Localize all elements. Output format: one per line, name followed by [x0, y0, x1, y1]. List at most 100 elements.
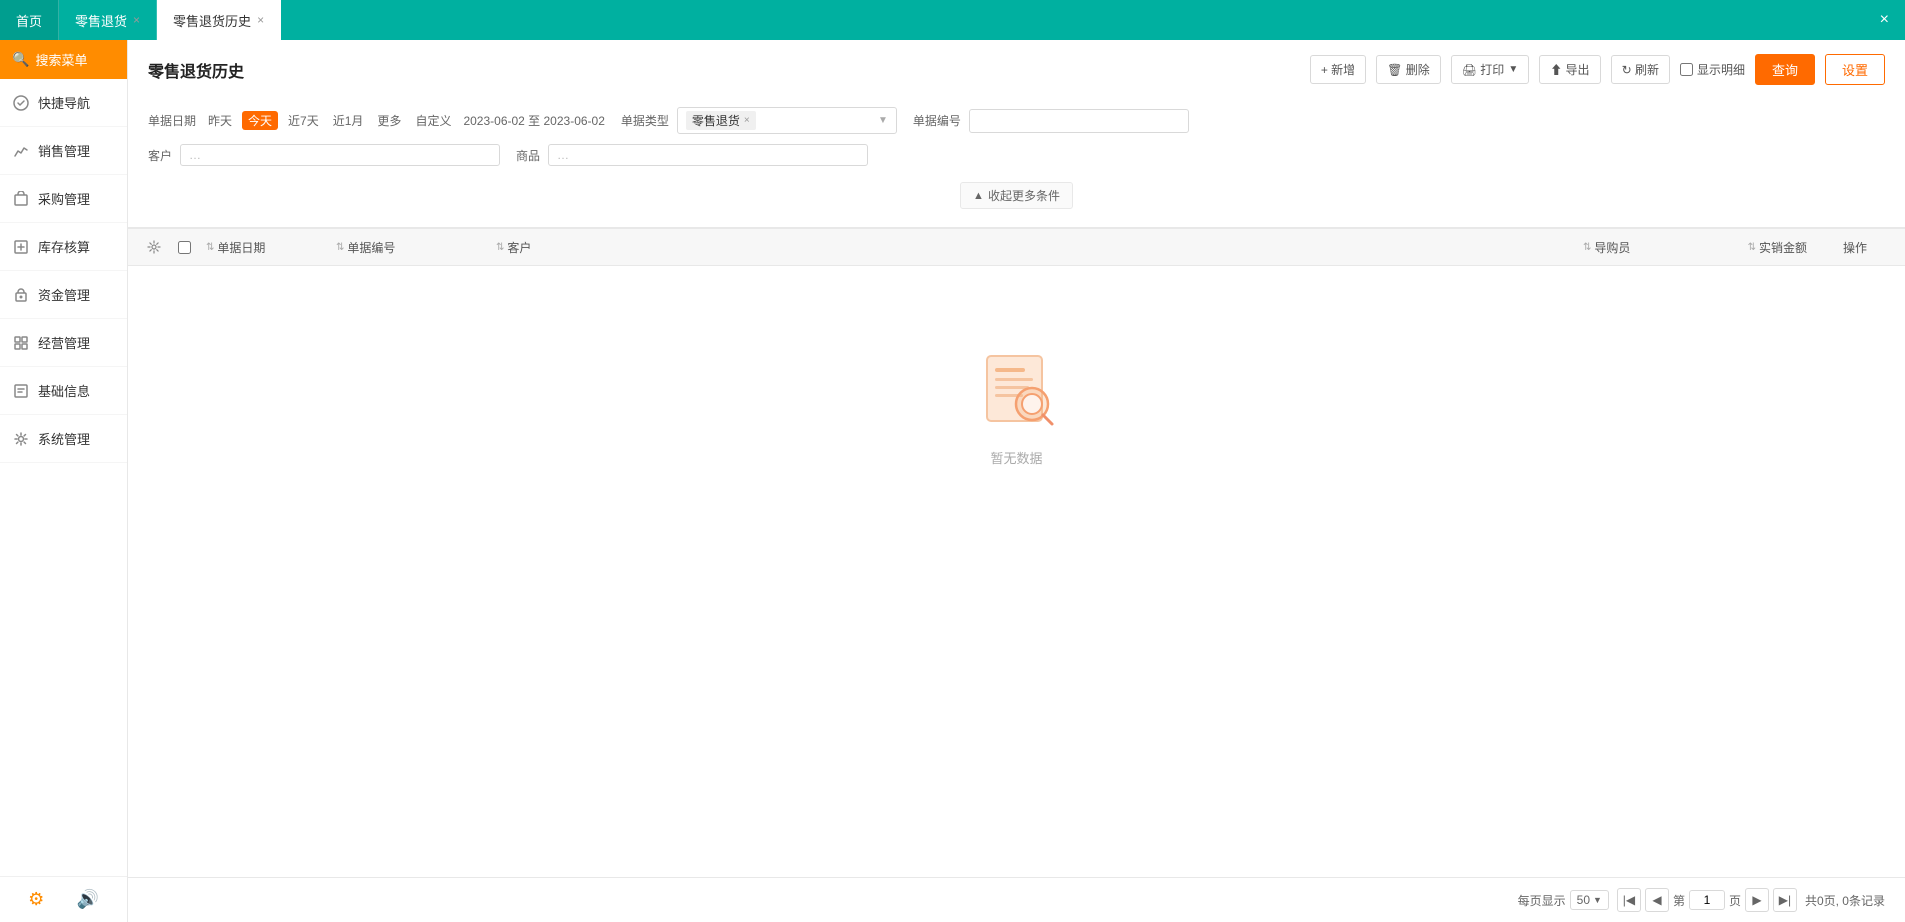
- pagination-bar: 每页显示 50 ▼ |◀ ◀ 第 页 ▶ ▶| 共0页, 0条记录: [128, 877, 1905, 922]
- sidebar-item-inventory-label: 库存核算: [38, 237, 90, 256]
- goods-filter-group: 商品 …: [516, 144, 868, 166]
- doc-type-select[interactable]: 零售退货 × ▼: [677, 107, 897, 134]
- delete-button[interactable]: 🗑 删除: [1376, 55, 1441, 84]
- th-customer-label: 客户: [507, 239, 531, 256]
- date-shortcut-1month[interactable]: 近1月: [329, 111, 368, 130]
- sort-up-icon-3: ⇅: [496, 242, 504, 253]
- sidebar-item-purchase-mgmt[interactable]: 采购管理: [0, 175, 127, 223]
- date-shortcut-today[interactable]: 今天: [242, 111, 278, 130]
- date-shortcuts: 昨天 今天 近7天 近1月 更多 自定义: [204, 111, 455, 130]
- per-page-dropdown-icon: ▼: [1593, 895, 1602, 905]
- page-total: 共0页, 0条记录: [1805, 892, 1885, 909]
- filter-row-1: 单据日期 昨天 今天 近7天 近1月 更多 自定义 2023-06-02 至 2…: [148, 107, 1885, 134]
- filter-area: 单据日期 昨天 今天 近7天 近1月 更多 自定义 2023-06-02 至 2…: [148, 97, 1885, 227]
- tab-retail-return-history[interactable]: 零售退货历史 ×: [157, 0, 281, 40]
- customer-filter-group: 客户 …: [148, 144, 500, 166]
- sidebar-item-system-mgmt[interactable]: 系统管理: [0, 415, 127, 463]
- tab-retail-return[interactable]: 零售退货 ×: [59, 0, 157, 40]
- tab-retail-return-label: 零售退货: [75, 11, 127, 30]
- customer-select[interactable]: …: [180, 144, 500, 166]
- basic-info-icon: [12, 382, 30, 400]
- th-customer[interactable]: ⇅ 客户: [488, 239, 1575, 256]
- finance-mgmt-icon: [12, 286, 30, 304]
- export-button-label: ⬆ 导出: [1550, 61, 1589, 78]
- doc-type-tag-close[interactable]: ×: [744, 115, 750, 126]
- toolbar: + 新增 🗑 删除 🖨 打印 ▼ ⬆ 导出 ↻ 刷新: [1310, 54, 1885, 85]
- sort-up-icon-5: ⇅: [1748, 242, 1756, 253]
- customer-placeholder: …: [189, 148, 201, 162]
- empty-text: 暂无数据: [990, 448, 1042, 467]
- table-select-all[interactable]: [170, 241, 198, 254]
- display-detail-input[interactable]: [1680, 63, 1693, 76]
- sidebar-item-operations-mgmt[interactable]: 经营管理: [0, 319, 127, 367]
- window-close-button[interactable]: ×: [1880, 11, 1905, 29]
- th-amount[interactable]: ⇅ 实销金额: [1715, 239, 1815, 256]
- tab-home[interactable]: 首页: [0, 0, 59, 40]
- next-page-button[interactable]: ▶: [1745, 888, 1769, 912]
- th-date[interactable]: ⇅ 单据日期: [198, 239, 328, 256]
- date-shortcut-7days[interactable]: 近7天: [284, 111, 323, 130]
- sidebar-item-quick-nav-label: 快捷导航: [38, 93, 90, 112]
- date-shortcut-yesterday[interactable]: 昨天: [204, 111, 236, 130]
- date-range-display: 2023-06-02 至 2023-06-02: [463, 112, 604, 129]
- doc-type-label: 单据类型: [621, 112, 669, 129]
- sidebar-item-finance-mgmt[interactable]: 资金管理: [0, 271, 127, 319]
- settings-button[interactable]: 设置: [1825, 54, 1885, 85]
- query-button[interactable]: 查询: [1755, 54, 1815, 85]
- filter-row-2: 客户 … 商品 …: [148, 144, 1885, 166]
- sidebar-item-operations-mgmt-label: 经营管理: [38, 333, 90, 352]
- date-shortcut-more[interactable]: 更多: [373, 111, 405, 130]
- display-detail-label: 显示明细: [1697, 61, 1745, 78]
- refresh-button-label: ↻ 刷新: [1622, 61, 1659, 78]
- tab-retail-return-history-close[interactable]: ×: [257, 13, 264, 27]
- delete-button-label: 🗑 删除: [1387, 61, 1430, 78]
- th-action-label: 操作: [1843, 239, 1867, 256]
- settings-bottom-icon[interactable]: ⚙: [28, 889, 44, 910]
- refresh-button[interactable]: ↻ 刷新: [1611, 55, 1670, 84]
- th-amount-label: 实销金额: [1759, 239, 1807, 256]
- doc-type-tag-label: 零售退货: [692, 112, 740, 129]
- collapse-button-label: 收起更多条件: [988, 187, 1060, 204]
- new-button[interactable]: + 新增: [1310, 55, 1366, 84]
- sidebar-item-sales-mgmt[interactable]: 销售管理: [0, 127, 127, 175]
- volume-icon[interactable]: 🔊: [76, 889, 98, 910]
- settings-button-label: 设置: [1842, 60, 1868, 79]
- empty-state: 暂无数据: [128, 266, 1905, 547]
- collapse-button[interactable]: ▲ 收起更多条件: [960, 182, 1073, 209]
- table-header: ⇅ 单据日期 ⇅ 单据编号 ⇅ 客户 ⇅ 导购员 ⇅ 实销金额: [128, 228, 1905, 266]
- doc-number-input[interactable]: [969, 109, 1189, 133]
- first-page-button[interactable]: |◀: [1617, 888, 1641, 912]
- goods-select[interactable]: …: [548, 144, 868, 166]
- page-number-input[interactable]: [1689, 890, 1725, 910]
- sidebar-bottom: ⚙ 🔊: [0, 876, 127, 922]
- display-detail-checkbox[interactable]: 显示明细: [1680, 61, 1745, 78]
- date-shortcut-custom[interactable]: 自定义: [411, 111, 455, 130]
- collapse-up-icon: ▲: [973, 190, 984, 202]
- sidebar-item-finance-mgmt-label: 资金管理: [38, 285, 90, 304]
- query-button-label: 查询: [1772, 60, 1798, 79]
- page-label: 第: [1673, 892, 1685, 909]
- customer-filter-label: 客户: [148, 147, 172, 164]
- doc-number-filter-group: 单据编号: [913, 109, 1189, 133]
- doc-type-dropdown-icon: ▼: [878, 115, 888, 126]
- sidebar-item-inventory[interactable]: 库存核算: [0, 223, 127, 271]
- last-page-button[interactable]: ▶|: [1773, 888, 1797, 912]
- select-all-checkbox[interactable]: [178, 241, 191, 254]
- top-bar: 首页 零售退货 × 零售退货历史 × ×: [0, 0, 1905, 40]
- page-header: 零售退货历史 + 新增 🗑 删除 🖨 打印 ▼ ⬆ 导出: [128, 40, 1905, 228]
- th-guide[interactable]: ⇅ 导购员: [1575, 239, 1715, 256]
- th-code[interactable]: ⇅ 单据编号: [328, 239, 488, 256]
- export-button[interactable]: ⬆ 导出: [1539, 55, 1600, 84]
- sidebar-item-basic-info[interactable]: 基础信息: [0, 367, 127, 415]
- main-layout: 🔍 搜索菜单 快捷导航 销售管理 采购管理 库存核算: [0, 40, 1905, 922]
- prev-page-button[interactable]: ◀: [1645, 888, 1669, 912]
- table-area: ⇅ 单据日期 ⇅ 单据编号 ⇅ 客户 ⇅ 导购员 ⇅ 实销金额: [128, 228, 1905, 877]
- goods-filter-label: 商品: [516, 147, 540, 164]
- sidebar-search[interactable]: 🔍 搜索菜单: [0, 40, 127, 79]
- table-settings-icon[interactable]: [138, 240, 170, 254]
- per-page-value: 50: [1577, 893, 1590, 907]
- print-button[interactable]: 🖨 打印 ▼: [1451, 55, 1529, 84]
- sidebar-item-quick-nav[interactable]: 快捷导航: [0, 79, 127, 127]
- tab-retail-return-close[interactable]: ×: [133, 13, 140, 27]
- per-page-select[interactable]: 50 ▼: [1570, 890, 1609, 910]
